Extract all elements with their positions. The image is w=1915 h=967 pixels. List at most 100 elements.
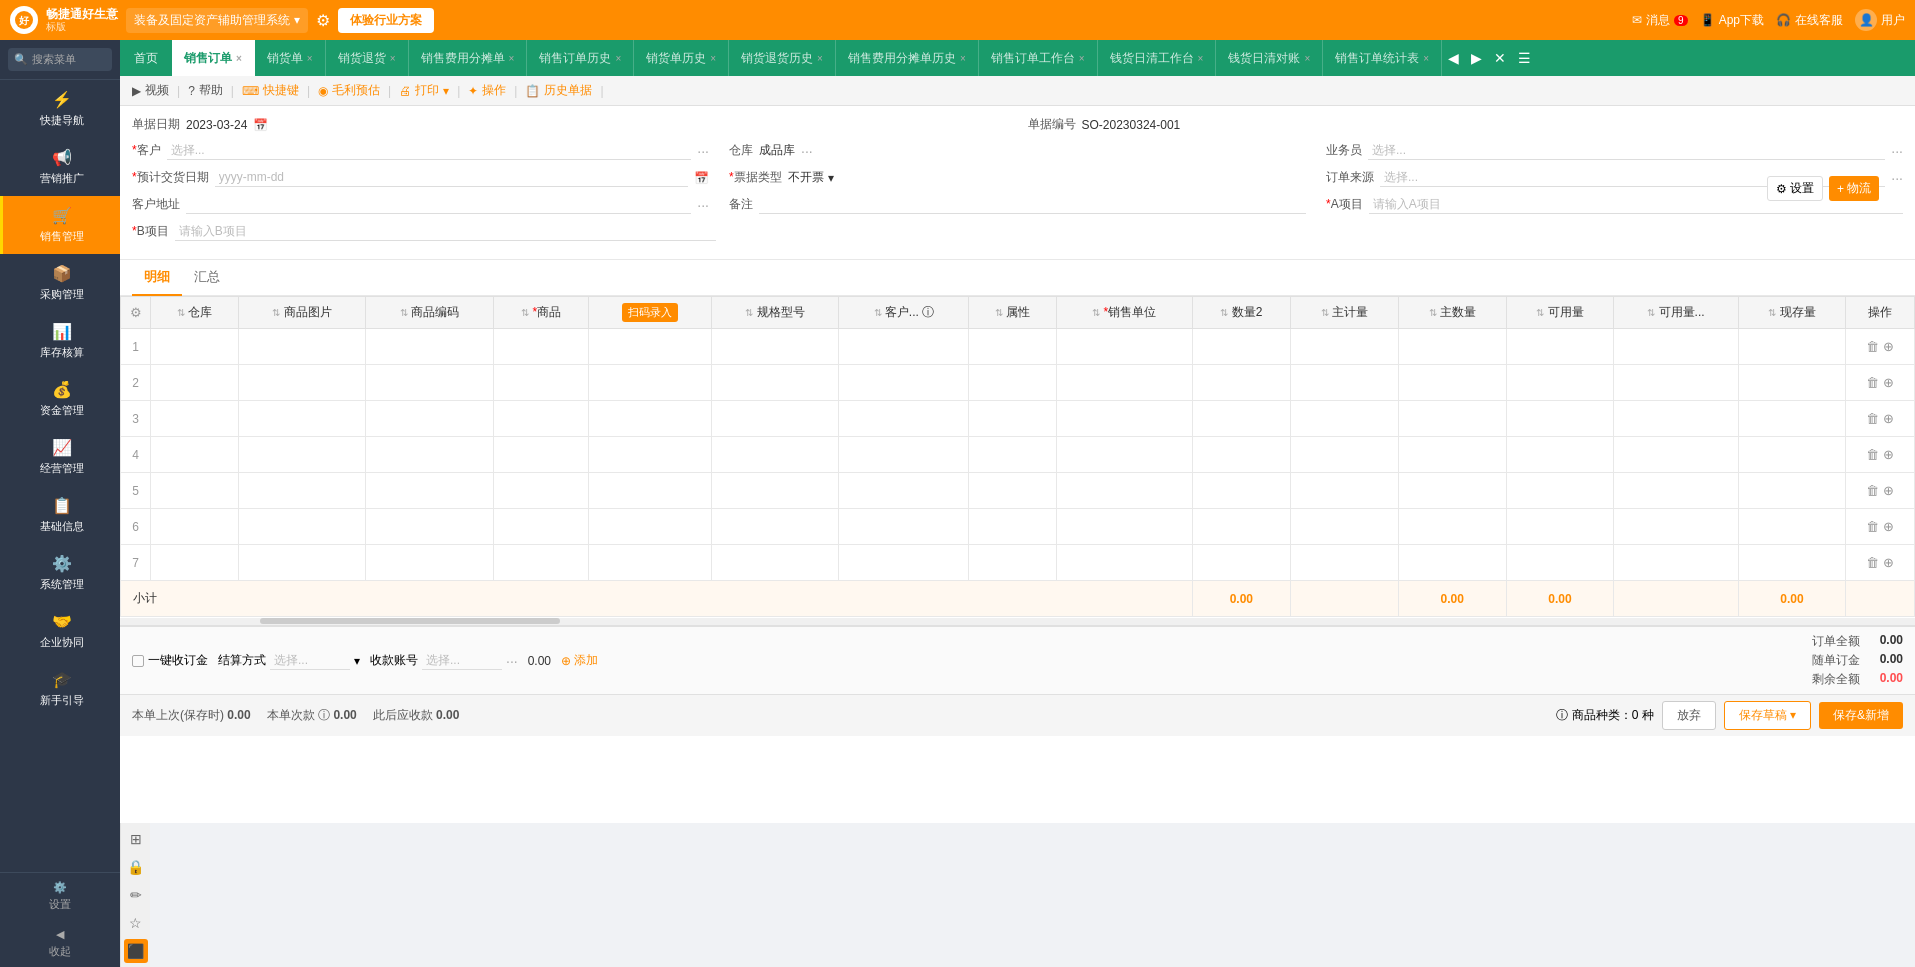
sidebar-item-quick-nav[interactable]: ⚡ 快捷导航: [0, 80, 120, 138]
sidebar-collapse-button[interactable]: ◀ 收起: [0, 920, 120, 967]
sidebar-item-operations[interactable]: 📈 经营管理: [0, 428, 120, 486]
sidebar-item-system[interactable]: ⚙️ 系统管理: [0, 544, 120, 602]
tab-sales-order[interactable]: 销售订单 ×: [172, 40, 255, 76]
copy-icon[interactable]: ⊕: [1883, 555, 1894, 570]
tab-menu-button[interactable]: ☰: [1512, 50, 1537, 66]
tab-close-all-button[interactable]: ✕: [1488, 50, 1512, 66]
customer-input[interactable]: [167, 141, 692, 160]
right-icon-5[interactable]: ⬛: [124, 939, 148, 963]
add-logistics-button[interactable]: + 物流: [1829, 176, 1879, 201]
address-dots-button[interactable]: ···: [697, 197, 709, 213]
industry-button[interactable]: 体验行业方案: [338, 8, 434, 33]
close-tab-icon[interactable]: ×: [390, 53, 396, 64]
warehouse-dots-button[interactable]: ···: [801, 143, 813, 159]
account-input[interactable]: [422, 651, 502, 670]
message-button[interactable]: ✉ 消息 9: [1632, 12, 1688, 29]
view-video-button[interactable]: ▶ 视频: [132, 82, 169, 99]
close-tab-icon[interactable]: ×: [1423, 53, 1429, 64]
sidebar-item-basic-info[interactable]: 📋 基础信息: [0, 486, 120, 544]
copy-icon[interactable]: ⊕: [1883, 411, 1894, 426]
print-button[interactable]: 🖨 打印 ▾: [399, 82, 449, 99]
sidebar-item-sales[interactable]: 🛒 销售管理: [0, 196, 120, 254]
invoice-type-select[interactable]: 不开票 ▾: [788, 169, 834, 186]
tab-expense-history[interactable]: 销售费用分摊单历史 ×: [836, 40, 979, 76]
app-download-button[interactable]: 📱 App下载: [1700, 12, 1764, 29]
sidebar-item-finance[interactable]: 💰 资金管理: [0, 370, 120, 428]
tab-home[interactable]: 首页: [120, 40, 172, 76]
tab-daily-workbench[interactable]: 钱货日清工作台 ×: [1098, 40, 1217, 76]
tab-sales-expense[interactable]: 销售费用分摊单 ×: [409, 40, 528, 76]
customer-dots-button[interactable]: ···: [697, 143, 709, 159]
online-service-button[interactable]: 🎧 在线客服: [1776, 12, 1843, 29]
close-tab-icon[interactable]: ×: [307, 53, 313, 64]
delete-icon[interactable]: 🗑: [1866, 375, 1879, 390]
tab-summary[interactable]: 汇总: [182, 260, 232, 296]
user-menu[interactable]: 👤 用户: [1855, 9, 1905, 31]
delete-icon[interactable]: 🗑: [1866, 519, 1879, 534]
close-tab-icon[interactable]: ×: [817, 53, 823, 64]
right-icon-3[interactable]: ✏: [124, 883, 148, 907]
delete-icon[interactable]: 🗑: [1866, 411, 1879, 426]
profit-button[interactable]: ◉ 毛利预估: [318, 82, 380, 99]
delivery-calendar-icon[interactable]: 📅: [694, 171, 709, 185]
tab-sales-report[interactable]: 销售订单统计表 ×: [1323, 40, 1442, 76]
copy-icon[interactable]: ⊕: [1883, 483, 1894, 498]
col-gear-header[interactable]: ⚙: [121, 297, 151, 329]
help-button[interactable]: ? 帮助: [188, 82, 223, 99]
sidebar-item-enterprise[interactable]: 🤝 企业协同: [0, 602, 120, 660]
tab-detail[interactable]: 明细: [132, 260, 182, 296]
delivery-date-input[interactable]: [215, 168, 688, 187]
delete-icon[interactable]: 🗑: [1866, 483, 1879, 498]
save-new-button[interactable]: 保存&新增: [1819, 702, 1903, 729]
delete-icon[interactable]: 🗑: [1866, 555, 1879, 570]
calendar-icon[interactable]: 📅: [253, 118, 268, 132]
order-source-dots-button[interactable]: ···: [1891, 170, 1903, 186]
address-input[interactable]: [186, 195, 691, 214]
tab-daily-reconcile[interactable]: 钱货日清对账 ×: [1216, 40, 1323, 76]
salesperson-input[interactable]: [1368, 141, 1885, 160]
horizontal-scrollbar[interactable]: [260, 618, 560, 624]
tab-next-button[interactable]: ▶: [1465, 50, 1488, 66]
shortcut-button[interactable]: ⌨ 快捷键: [242, 82, 299, 99]
close-tab-icon[interactable]: ×: [615, 53, 621, 64]
tab-return-history[interactable]: 销货退货历史 ×: [729, 40, 836, 76]
system-name[interactable]: 装备及固定资产辅助管理系统 ▾: [126, 8, 308, 33]
tab-sales-return[interactable]: 销货退货 ×: [326, 40, 409, 76]
tab-invoice-history[interactable]: 销货单历史 ×: [634, 40, 729, 76]
sidebar-item-inventory[interactable]: 📊 库存核算: [0, 312, 120, 370]
gear-icon[interactable]: ⚙: [316, 11, 330, 30]
close-tab-icon[interactable]: ×: [710, 53, 716, 64]
close-tab-icon[interactable]: ×: [960, 53, 966, 64]
copy-icon[interactable]: ⊕: [1883, 375, 1894, 390]
tab-order-workbench[interactable]: 销售订单工作台 ×: [979, 40, 1098, 76]
add-payment-button[interactable]: ⊕ 添加: [561, 652, 598, 669]
close-tab-icon[interactable]: ×: [509, 53, 515, 64]
salesperson-dots-button[interactable]: ···: [1891, 143, 1903, 159]
history-button[interactable]: 📋 历史单据: [525, 82, 592, 99]
operation-button[interactable]: ✦ 操作: [468, 82, 506, 99]
tab-sales-order-history[interactable]: 销售订单历史 ×: [527, 40, 634, 76]
payment-method-input[interactable]: [270, 651, 350, 670]
right-icon-2[interactable]: 🔒: [124, 855, 148, 879]
one-click-checkbox[interactable]: [132, 655, 144, 667]
sidebar-item-guide[interactable]: 🎓 新手引导: [0, 660, 120, 718]
barcode-entry-button[interactable]: 扫码录入: [622, 303, 678, 322]
save-draft-button[interactable]: 保存草稿 ▾: [1724, 701, 1811, 730]
settings-float-button[interactable]: ⚙ 设置: [1767, 176, 1823, 201]
close-tab-icon[interactable]: ×: [1079, 53, 1085, 64]
delete-icon[interactable]: 🗑: [1866, 339, 1879, 354]
b-project-input[interactable]: [175, 222, 717, 241]
copy-icon[interactable]: ⊕: [1883, 339, 1894, 354]
discard-button[interactable]: 放弃: [1662, 701, 1716, 730]
sidebar-item-marketing[interactable]: 📢 营销推广: [0, 138, 120, 196]
right-icon-1[interactable]: ⊞: [124, 827, 148, 851]
close-tab-icon[interactable]: ×: [1198, 53, 1204, 64]
tab-prev-button[interactable]: ◀: [1442, 50, 1465, 66]
sidebar-settings-button[interactable]: ⚙️ 设置: [0, 873, 120, 920]
col-barcode-header[interactable]: 扫码录入: [589, 297, 711, 329]
tab-sales-invoice[interactable]: 销货单 ×: [255, 40, 326, 76]
close-tab-icon[interactable]: ×: [1304, 53, 1310, 64]
right-icon-4[interactable]: ☆: [124, 911, 148, 935]
delete-icon[interactable]: 🗑: [1866, 447, 1879, 462]
copy-icon[interactable]: ⊕: [1883, 447, 1894, 462]
